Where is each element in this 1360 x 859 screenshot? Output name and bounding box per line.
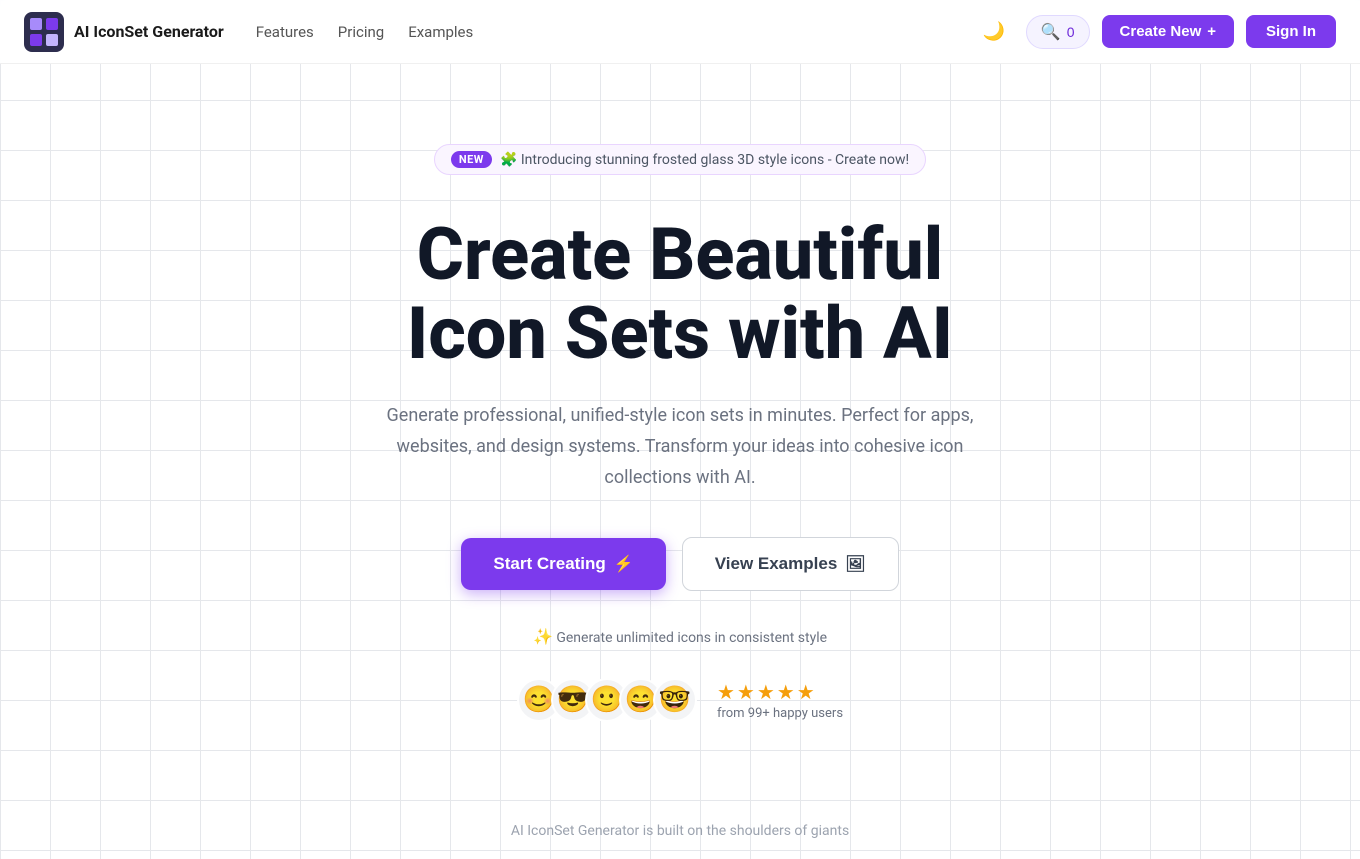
badge-icon: 🧩 xyxy=(500,152,517,168)
nav-pricing[interactable]: Pricing xyxy=(338,19,384,45)
dark-mode-button[interactable]: 🌙 xyxy=(974,12,1014,52)
hero-title-line1: Create Beautiful xyxy=(417,212,943,297)
create-new-label: Create New xyxy=(1120,23,1202,40)
view-examples-label: View Examples xyxy=(715,554,838,574)
star-5: ★ xyxy=(797,680,815,704)
star-3: ★ xyxy=(757,680,775,704)
nav-features[interactable]: Features xyxy=(256,19,314,45)
create-new-button[interactable]: Create New + xyxy=(1102,15,1234,48)
signin-button[interactable]: Sign In xyxy=(1246,15,1336,48)
badge-description: Introducing stunning frosted glass 3D st… xyxy=(521,152,909,168)
logo-icon xyxy=(24,12,64,52)
gallery-icon: 🖼 xyxy=(845,554,865,574)
star-4: ★ xyxy=(777,680,795,704)
navbar-right: 🌙 🔍 0 Create New + Sign In xyxy=(974,12,1336,52)
navbar-left: AI IconSet Generator Features Pricing Ex… xyxy=(24,12,473,52)
moon-icon: 🌙 xyxy=(983,21,1005,42)
lightning-icon: ⚡ xyxy=(614,554,634,574)
new-badge-container[interactable]: New 🧩 Introducing stunning frosted glass… xyxy=(434,144,926,175)
start-creating-button[interactable]: Start Creating ⚡ xyxy=(461,538,665,590)
new-badge-text: 🧩 Introducing stunning frosted glass 3D … xyxy=(500,152,909,168)
star-1: ★ xyxy=(717,680,735,704)
rating-text: from 99+ happy users xyxy=(717,706,843,721)
rating-area: ★ ★ ★ ★ ★ from 99+ happy users xyxy=(717,680,843,721)
cta-buttons: Start Creating ⚡ View Examples 🖼 xyxy=(461,537,898,591)
start-creating-label: Start Creating xyxy=(493,554,605,574)
star-2: ★ xyxy=(737,680,755,704)
sparkle-emoji: ✨ xyxy=(533,627,553,646)
hero-title: Create Beautiful Icon Sets with AI xyxy=(407,215,953,373)
hero-title-line2: Icon Sets with AI xyxy=(407,291,953,376)
social-proof: 😊 😎 🙂 😄 🤓 ★ ★ ★ ★ ★ from 99+ happy users xyxy=(517,678,843,722)
plus-icon: + xyxy=(1207,23,1216,40)
credits-button[interactable]: 🔍 0 xyxy=(1026,15,1090,49)
nav-examples[interactable]: Examples xyxy=(408,19,473,45)
sparkle-text: ✨ Generate unlimited icons in consistent… xyxy=(533,627,827,646)
avatars: 😊 😎 🙂 😄 🤓 xyxy=(517,678,697,722)
stars: ★ ★ ★ ★ ★ xyxy=(717,680,843,704)
footer-text: AI IconSet Generator is built on the sho… xyxy=(511,823,849,839)
nav-links: Features Pricing Examples xyxy=(256,19,474,45)
new-badge: New xyxy=(451,151,492,168)
main-content: New 🧩 Introducing stunning frosted glass… xyxy=(0,0,1360,859)
hero-description: Generate professional, unified-style ico… xyxy=(370,401,990,493)
hero-section: New 🧩 Introducing stunning frosted glass… xyxy=(0,64,1360,782)
credits-count: 0 xyxy=(1067,24,1075,40)
avatar-5: 🤓 xyxy=(653,678,697,722)
logo[interactable]: AI IconSet Generator xyxy=(24,12,224,52)
view-examples-button[interactable]: View Examples 🖼 xyxy=(682,537,899,591)
sparkle-description: Generate unlimited icons in consistent s… xyxy=(556,630,827,646)
credits-icon: 🔍 xyxy=(1041,22,1061,42)
logo-text: AI IconSet Generator xyxy=(74,22,224,41)
navbar: AI IconSet Generator Features Pricing Ex… xyxy=(0,0,1360,64)
